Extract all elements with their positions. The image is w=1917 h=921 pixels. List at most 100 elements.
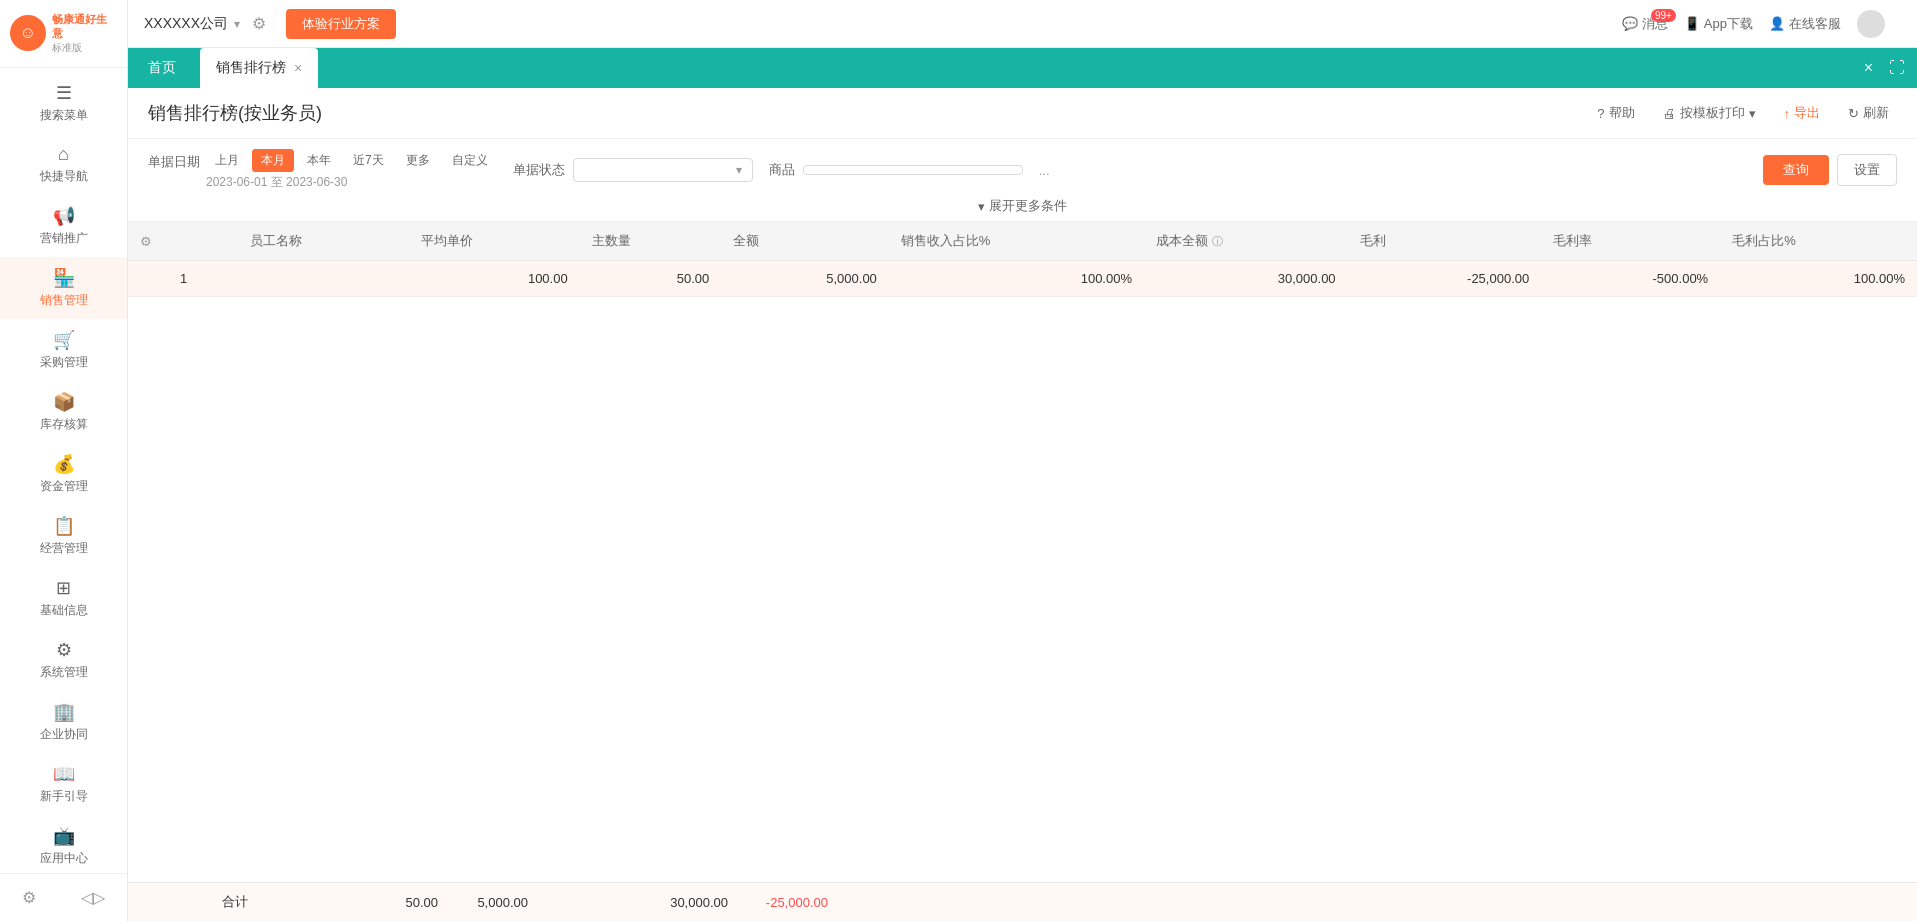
export-label: 导出 (1794, 104, 1820, 122)
user-avatar[interactable] (1857, 10, 1885, 38)
more-filter-link[interactable]: ... (1039, 163, 1050, 178)
date-filter-group: 单据日期 上月 本月 本年 近7天 更多 自定义 2023-06-01 至 20… (148, 149, 497, 191)
trial-btn[interactable]: 体验行业方案 (286, 9, 396, 39)
col-gross-header: 毛利 (1348, 222, 1542, 261)
tab-close-icon[interactable]: × (294, 60, 302, 76)
date-more[interactable]: 更多 (397, 149, 439, 172)
footer-gross: -25,000.00 (740, 895, 840, 910)
home-icon: ⌂ (58, 144, 69, 165)
date-this-year[interactable]: 本年 (298, 149, 340, 172)
cell-cost: 30,000.00 (1144, 261, 1348, 297)
sidebar-item-label: 搜索菜单 (40, 107, 88, 124)
sidebar-item-sales[interactable]: 🏪 销售管理 (0, 257, 127, 319)
sidebar-item-label: 应用中心 (40, 850, 88, 867)
col-settings-icon[interactable]: ⚙ (140, 234, 152, 249)
col-sales-pct-header: 销售收入占比% (889, 222, 1144, 261)
sidebar-item-finance[interactable]: 💰 资金管理 (0, 443, 127, 505)
help-btn[interactable]: ? 帮助 (1589, 100, 1642, 126)
sidebar-item-operations[interactable]: 📋 经营管理 (0, 505, 127, 567)
print-dropdown-icon: ▾ (1749, 106, 1756, 121)
tab-close-window-icon[interactable]: × (1860, 55, 1877, 81)
print-btn[interactable]: 🖨 按模板打印 ▾ (1655, 100, 1764, 126)
date-7days[interactable]: 近7天 (344, 149, 393, 172)
col-amount-header: 全额 (721, 222, 889, 261)
expand-filters-btn[interactable]: ▾ 展开更多条件 (978, 197, 1067, 215)
tab-maximize-icon[interactable]: ⛶ (1885, 55, 1909, 81)
filter-expand-bar: ▾ 展开更多条件 (128, 191, 1917, 222)
refresh-label: 刷新 (1863, 104, 1889, 122)
col-gross-pct-header: 毛利占比% (1720, 222, 1917, 261)
marketing-icon: 📢 (53, 205, 75, 227)
sidebar-footer: ⚙ ◁▷ (0, 873, 127, 921)
sidebar-item-search[interactable]: ☰ 搜索菜单 (0, 72, 127, 134)
sidebar-item-corp-collab[interactable]: 🏢 企业协同 (0, 691, 127, 753)
service-icon: 👤 (1769, 16, 1785, 31)
cell-qty: 50.00 (580, 261, 722, 297)
sidebar-item-label: 基础信息 (40, 602, 88, 619)
goods-input[interactable] (803, 165, 1023, 175)
col-avg-price-header: 平均单价 (409, 222, 580, 261)
inventory-icon: 📦 (53, 391, 75, 413)
tab-home[interactable]: 首页 (128, 48, 196, 88)
date-this-month[interactable]: 本月 (252, 149, 294, 172)
company-selector[interactable]: XXXXXX公司 ▾ (144, 15, 240, 33)
export-icon: ↑ (1784, 106, 1791, 121)
topbar-settings-icon[interactable]: ⚙ (252, 14, 266, 33)
query-actions: 查询 设置 (1763, 154, 1897, 186)
status-select[interactable]: ▾ (573, 158, 753, 182)
date-custom[interactable]: 自定义 (443, 149, 497, 172)
sidebar-item-label: 库存核算 (40, 416, 88, 433)
logo-subtitle: 标准版 (52, 41, 117, 55)
table-body: 1 100.00 50.00 5,000.00 100.00% 30,000.0… (128, 261, 1917, 297)
cell-employee (238, 261, 409, 297)
export-btn[interactable]: ↑ 导出 (1776, 100, 1829, 126)
sidebar-item-label: 快捷导航 (40, 168, 88, 185)
sidebar-item-label: 销售管理 (40, 292, 88, 309)
page-content: 销售排行榜(按业务员) ? 帮助 🖨 按模板打印 ▾ ↑ 导出 ↻ 刷新 (128, 88, 1917, 921)
sidebar-settings-btn[interactable]: ⚙ (14, 884, 44, 911)
print-icon: 🖨 (1663, 106, 1676, 121)
col-qty-header: 主数量 (580, 222, 722, 261)
message-btn[interactable]: 💬 消息 99+ (1622, 15, 1668, 33)
table-footer: 合计 50.00 5,000.00 30,000.00 -25,000.00 (128, 882, 1917, 921)
tab-sales-ranking[interactable]: 销售排行榜 × (200, 48, 318, 88)
filter-row: 单据日期 上月 本月 本年 近7天 更多 自定义 2023-06-01 至 20… (148, 149, 1897, 191)
tab-label: 销售排行榜 (216, 59, 286, 77)
table-row[interactable]: 1 100.00 50.00 5,000.00 100.00% 30,000.0… (128, 261, 1917, 297)
app-download-btn[interactable]: 📱 App下载 (1684, 15, 1753, 33)
cell-spacer (128, 261, 168, 297)
sidebar-item-basic-info[interactable]: ⊞ 基础信息 (0, 567, 127, 629)
sidebar-item-quick-nav[interactable]: ⌂ 快捷导航 (0, 134, 127, 195)
logo-title: 畅康通好生意 (52, 12, 117, 41)
col-cost-header: 成本全额 ⓘ (1144, 222, 1348, 261)
setting-btn[interactable]: 设置 (1837, 154, 1897, 186)
help-icon: ? (1597, 106, 1604, 121)
page-title: 销售排行榜(按业务员) (148, 101, 322, 125)
refresh-btn[interactable]: ↻ 刷新 (1840, 100, 1897, 126)
sidebar-item-inventory[interactable]: 📦 库存核算 (0, 381, 127, 443)
date-filter-label: 单据日期 (148, 149, 200, 171)
service-label: 在线客服 (1789, 15, 1841, 33)
col-employee-header: 员工名称 (238, 222, 409, 261)
expand-icon: ▾ (978, 199, 985, 214)
cell-gross: -25,000.00 (1348, 261, 1542, 297)
sidebar-item-purchase[interactable]: 🛒 采购管理 (0, 319, 127, 381)
sidebar-item-guide[interactable]: 📖 新手引导 (0, 753, 127, 815)
sales-icon: 🏪 (53, 267, 75, 289)
company-dropdown-icon: ▾ (234, 17, 240, 31)
message-badge: 99+ (1651, 9, 1676, 22)
col-rank-header (168, 222, 238, 261)
data-table: ⚙ 员工名称 平均单价 主数量 全额 销售收入占比% 成本全额 ⓘ 毛利 (128, 222, 1917, 297)
online-service-btn[interactable]: 👤 在线客服 (1769, 15, 1841, 33)
sidebar-item-system[interactable]: ⚙ 系统管理 (0, 629, 127, 691)
cell-rank: 1 (168, 261, 238, 297)
sidebar-nav: ☰ 搜索菜单 ⌂ 快捷导航 📢 营销推广 🏪 销售管理 🛒 采购管理 📦 库存核… (0, 68, 127, 873)
sidebar-item-app-center[interactable]: 📺 应用中心 (0, 815, 127, 873)
cost-info-icon[interactable]: ⓘ (1212, 235, 1223, 247)
expand-label: 展开更多条件 (989, 197, 1067, 215)
sidebar-collapse-btn[interactable]: ◁▷ (73, 884, 113, 911)
sidebar-item-marketing[interactable]: 📢 营销推广 (0, 195, 127, 257)
date-last-month[interactable]: 上月 (206, 149, 248, 172)
query-btn[interactable]: 查询 (1763, 155, 1829, 185)
status-filter-label: 单据状态 (513, 161, 565, 179)
